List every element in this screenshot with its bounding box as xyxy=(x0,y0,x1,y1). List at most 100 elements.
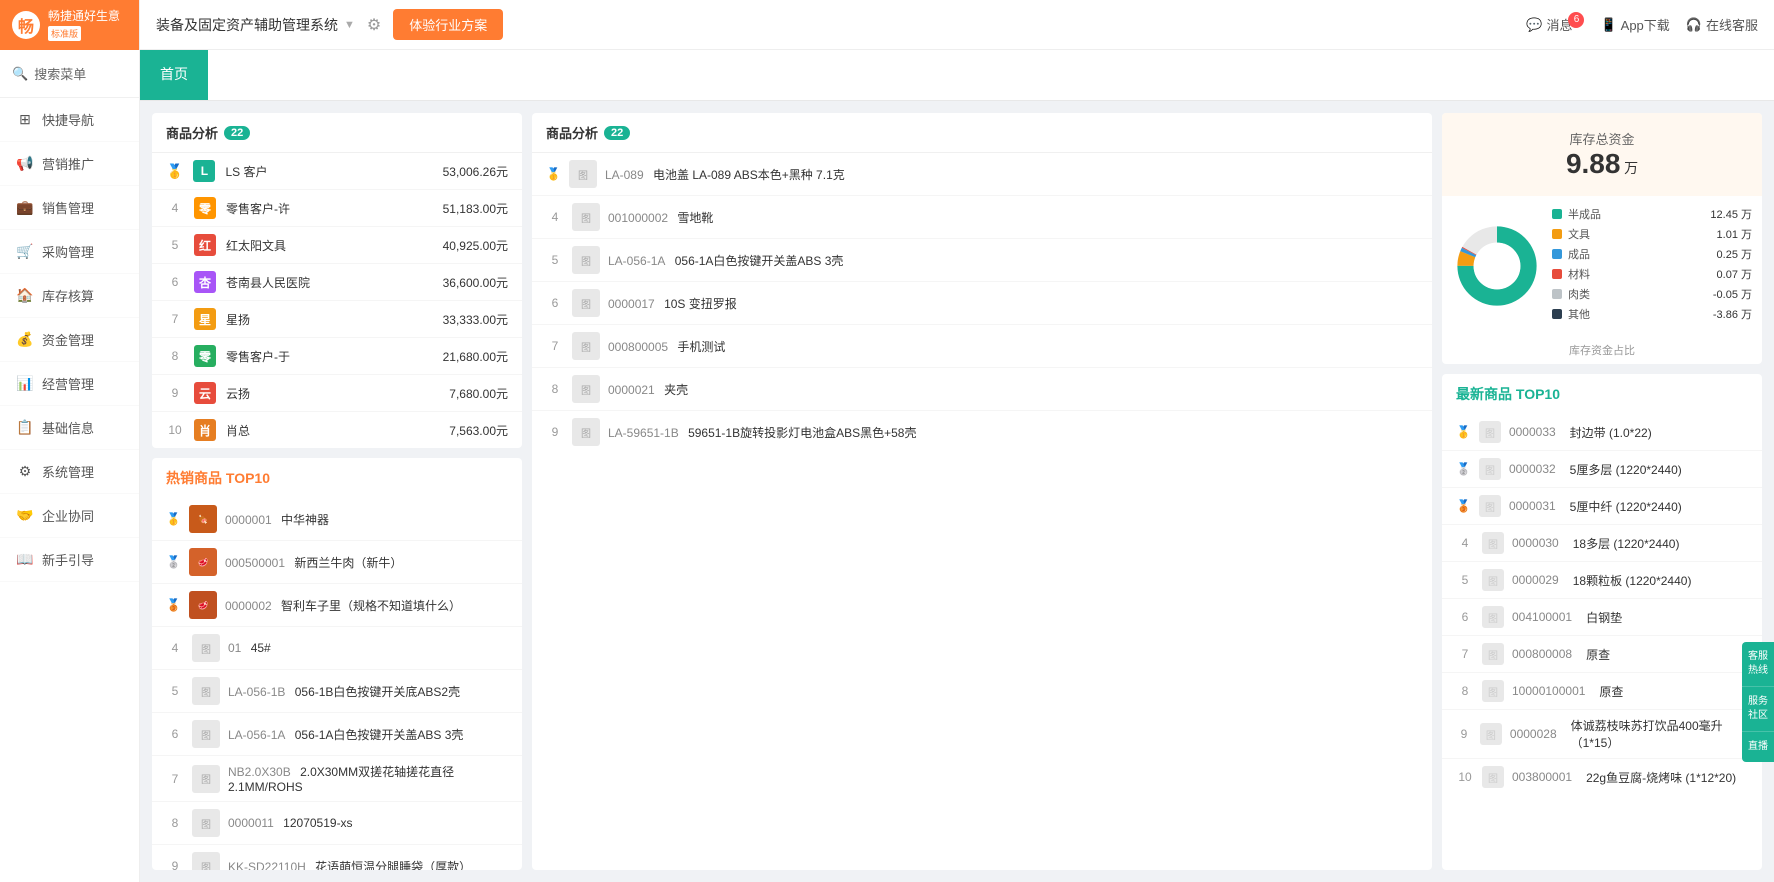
sidebar-item-finance[interactable]: 💰 资金管理 xyxy=(0,318,139,362)
new-product-thumb: 图 xyxy=(1482,643,1504,665)
new-product-row: 4 图 0000030 18多层 (1220*2440) xyxy=(1442,525,1762,562)
sidebar-item-label: 营销推广 xyxy=(42,154,94,173)
product-code: 000500001 xyxy=(225,556,285,570)
hot-products-header: 热销商品 TOP10 xyxy=(152,458,522,498)
new-products-list: 🥇 图 0000033 封边带 (1.0*22) 🥈 图 0000032 5厘多… xyxy=(1442,414,1762,795)
float-service-live[interactable]: 直播 xyxy=(1742,732,1774,762)
online-service-button[interactable]: 🎧 在线客服 xyxy=(1686,15,1758,34)
float-service-community[interactable]: 服务 社区 xyxy=(1742,687,1774,732)
customer-amount: 53,006.26元 xyxy=(443,163,508,180)
app-download-button[interactable]: 📱 App下载 xyxy=(1600,15,1669,34)
product-thumbnail: 图 xyxy=(572,203,600,231)
product-row: 7 图 000800005 手机测试 xyxy=(532,325,1432,368)
sidebar-item-purchase[interactable]: 🛒 采购管理 xyxy=(0,230,139,274)
product-row: 6 图 0000017 10S 变扭罗报 xyxy=(532,282,1432,325)
product-info: 000500001 新西兰牛肉（新牛） xyxy=(225,554,508,571)
sidebar-item-inventory[interactable]: 🏠 库存核算 xyxy=(0,274,139,318)
rank-medal: 🥉 xyxy=(166,598,181,612)
customer-name: 红太阳文具 xyxy=(226,237,433,254)
product-info: LA-089 电池盖 LA-089 ABS本色+黑种 7.1克 xyxy=(605,166,1418,183)
settings-icon[interactable]: ⚙ xyxy=(367,15,381,35)
sidebar-item-quick-nav[interactable]: ⊞ 快捷导航 xyxy=(0,98,139,142)
col-left: 商品分析 22 🥇 L LS 客户 53,006.26元 4 xyxy=(152,113,522,870)
product-code: LA-056-1A xyxy=(228,728,285,742)
product-row: 4 图 001000002 雪地靴 xyxy=(532,196,1432,239)
sidebar-search-area[interactable]: 🔍 搜索菜单 xyxy=(0,50,139,98)
sidebar-item-label: 采购管理 xyxy=(42,242,94,261)
customer-list: 🥇 L LS 客户 53,006.26元 4 零 零售客户-许 51,183.0… xyxy=(152,153,522,448)
product-code: NB2.0X30B xyxy=(228,765,291,779)
new-product-thumb: 图 xyxy=(1482,606,1504,628)
product-name: 封边带 (1.0*22) xyxy=(1570,424,1652,441)
product-name: 056-1A白色按键开关盖ABS 3壳 xyxy=(295,728,464,742)
product-row: 7 图 NB2.0X30B 2.0X30MM双搓花轴搓花直径2.1MM/ROHS xyxy=(152,756,522,802)
product-thumbnail: 图 xyxy=(192,677,220,705)
rank-num: 10 xyxy=(1456,770,1474,784)
product-row: 5 图 LA-056-1A 056-1A白色按键开关盖ABS 3壳 xyxy=(532,239,1432,282)
search-menu-button[interactable]: 🔍 搜索菜单 xyxy=(12,60,127,87)
main-grid: 商品分析 22 🥇 L LS 客户 53,006.26元 4 xyxy=(140,101,1774,882)
top-sales-list: 🥇 图 LA-089 电池盖 LA-089 ABS本色+黑种 7.1克 4 图 xyxy=(532,153,1432,453)
product-name: 新西兰牛肉（新牛） xyxy=(294,556,402,570)
product-thumbnail: 图 xyxy=(572,332,600,360)
chart-area: 半成品 12.45 万 文具 1.01 万 成品 0 xyxy=(1442,196,1762,336)
logo-badge: 标准版 xyxy=(48,26,81,41)
basic-info-icon: 📋 xyxy=(16,419,34,436)
product-code: 10000100001 xyxy=(1512,684,1585,698)
rank-medal: 🥇 xyxy=(166,512,181,526)
float-service-sublabel: 热线 xyxy=(1748,664,1768,678)
sidebar-item-new-guide[interactable]: 📖 新手引导 xyxy=(0,538,139,582)
new-products-header: 最新商品 TOP10 xyxy=(1442,374,1762,414)
finance-icon: 💰 xyxy=(16,331,34,348)
product-row: 9 图 LA-59651-1B 59651-1B旋转投影灯电池盒ABS黑色+58… xyxy=(532,411,1432,453)
tab-home[interactable]: 首页 xyxy=(140,50,208,100)
sidebar-item-sales[interactable]: 💼 销售管理 xyxy=(0,186,139,230)
float-service-hotline[interactable]: 客服 热线 xyxy=(1742,642,1774,687)
sidebar-item-label: 新手引导 xyxy=(42,550,94,569)
sidebar-item-cooperation[interactable]: 🤝 企业协同 xyxy=(0,494,139,538)
float-service-label: 客服 xyxy=(1748,650,1768,664)
sidebar-item-system[interactable]: ⚙ 系统管理 xyxy=(0,450,139,494)
customer-avatar: 红 xyxy=(194,234,216,256)
customer-avatar: 云 xyxy=(194,382,216,404)
sidebar-item-operation[interactable]: 📊 经营管理 xyxy=(0,362,139,406)
inventory-total: 库存总资金 9.88 万 xyxy=(1442,113,1762,196)
inventory-total-value: 9.88 万 xyxy=(1452,148,1752,180)
float-service-label: 直播 xyxy=(1748,740,1768,754)
legend-dot xyxy=(1552,209,1562,219)
message-button[interactable]: 💬 消息 6 xyxy=(1526,15,1584,34)
top-sales-title: 商品分析 xyxy=(546,123,598,142)
legend-label: 成品 xyxy=(1568,246,1711,262)
product-code: LA-59651-1B xyxy=(608,426,679,440)
marketing-icon: 📢 xyxy=(16,155,34,172)
analysis-title: 商品分析 xyxy=(166,123,218,142)
sidebar-item-basic-info[interactable]: 📋 基础信息 xyxy=(0,406,139,450)
customer-avatar: 零 xyxy=(194,345,216,367)
sales-icon: 💼 xyxy=(16,199,34,216)
product-info: NB2.0X30B 2.0X30MM双搓花轴搓花直径2.1MM/ROHS xyxy=(228,763,508,794)
product-thumbnail: 图 xyxy=(572,289,600,317)
product-name: 白钢垫 xyxy=(1586,609,1622,626)
new-product-thumb: 图 xyxy=(1482,569,1504,591)
rank-num: 6 xyxy=(1456,610,1474,624)
phone-icon: 📱 xyxy=(1600,17,1616,33)
sidebar-item-marketing[interactable]: 📢 营销推广 xyxy=(0,142,139,186)
product-code: 003800001 xyxy=(1512,770,1572,784)
float-service-sublabel: 社区 xyxy=(1748,709,1768,723)
legend-dot xyxy=(1552,309,1562,319)
product-thumbnail: 图 xyxy=(192,720,220,748)
purchase-icon: 🛒 xyxy=(16,243,34,260)
cooperation-icon: 🤝 xyxy=(16,507,34,524)
product-row: 🥉 🥩 0000002 智利车子里（规格不知道填什么） xyxy=(152,584,522,627)
trial-button[interactable]: 体验行业方案 xyxy=(393,9,503,40)
product-thumbnail: 图 xyxy=(572,246,600,274)
search-icon: 🔍 xyxy=(12,66,28,82)
product-row: 9 图 KK-SD22110H 花语萌恒温分腿睡袋（厚款） xyxy=(152,845,522,870)
rank-num: 7 xyxy=(1456,647,1474,661)
product-name: 雪地靴 xyxy=(677,211,713,225)
product-name: 12070519-xs xyxy=(283,816,352,830)
product-code: LA-056-1A xyxy=(608,254,665,268)
sidebar-logo: 畅 畅捷通好生意 标准版 xyxy=(0,0,139,50)
customer-row: 🥇 L LS 客户 53,006.26元 xyxy=(152,153,522,190)
inventory-card: 库存总资金 9.88 万 xyxy=(1442,113,1762,364)
